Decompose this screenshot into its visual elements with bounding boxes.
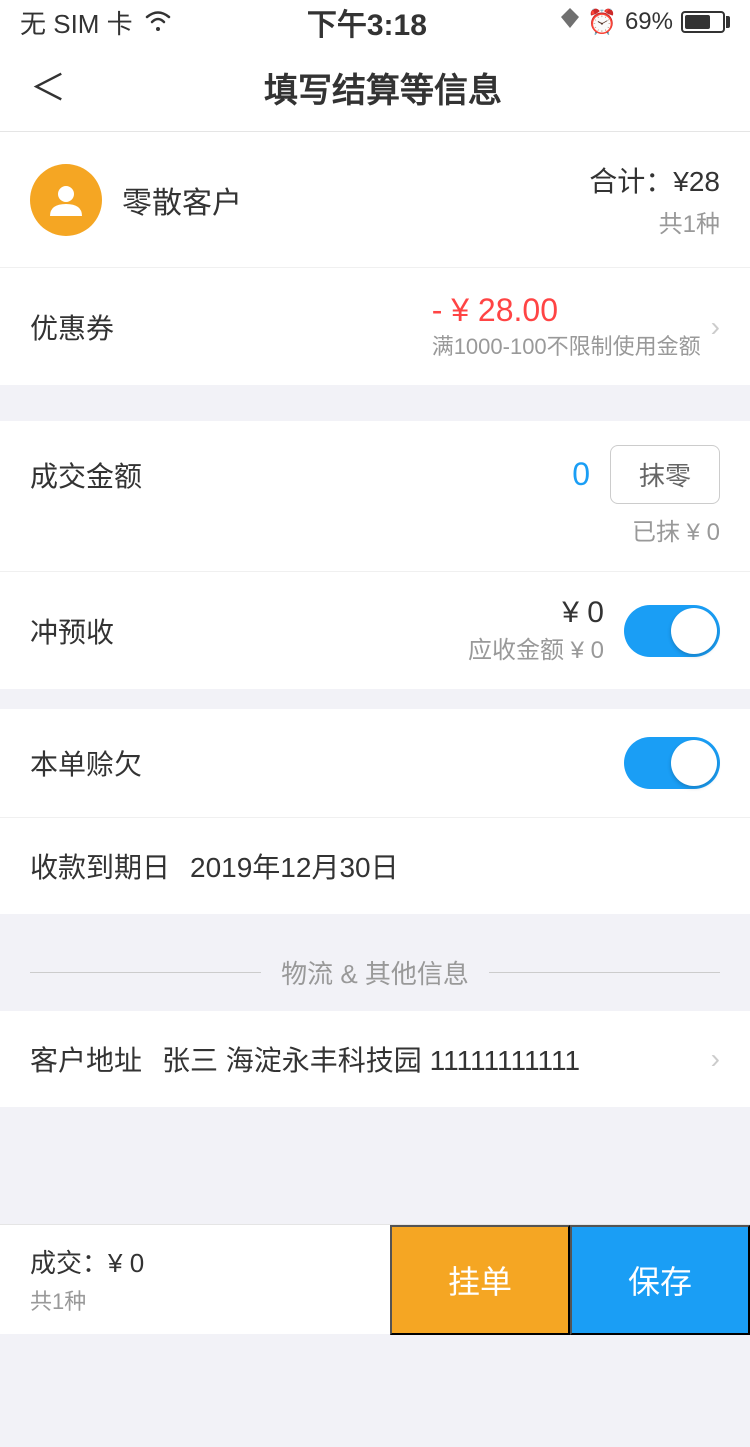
- toggle-knob: [671, 608, 717, 654]
- coupon-info: - ¥ 28.00 满1000-100不限制使用金额: [432, 292, 701, 361]
- address-section[interactable]: 客户地址 张三 海淀永丰科技园 11111111111 ›: [0, 1011, 750, 1107]
- deal-section: 成交金额 0 抹零 已抹 ¥ 0: [0, 421, 750, 571]
- logistics-line: 物流 & 其他信息: [30, 954, 720, 991]
- prereceive-label: 冲预收: [30, 611, 114, 651]
- customer-section: 零散客户 合计：¥28 共1种 优惠券 - ¥ 28.00 满1000-100不…: [0, 132, 750, 385]
- coupon-amount: - ¥ 28.00: [432, 292, 701, 329]
- round-button[interactable]: 抹零: [610, 445, 720, 504]
- address-value: 张三 海淀永丰科技园 11111111111: [162, 1039, 711, 1079]
- status-time: 下午3:18: [307, 0, 427, 44]
- battery-icon: [681, 11, 730, 33]
- bottom-bar: 成交：¥ 0 共1种 挂单 保存: [0, 1224, 750, 1334]
- deal-amount-row: 成交金额 0 抹零: [30, 445, 720, 504]
- deal-sub-text: 已抹 ¥ 0: [632, 519, 720, 546]
- coupon-desc: 满1000-100不限制使用金额: [432, 329, 701, 361]
- status-bar: 无 SIM 卡 下午3:18 ⏰ 69%: [0, 0, 750, 44]
- customer-total: 合计：¥28: [589, 160, 720, 200]
- hold-order-button[interactable]: 挂单: [390, 1225, 570, 1335]
- prereceive-section: 冲预收 ¥ 0 应收金额 ¥ 0: [0, 571, 750, 689]
- alarm-icon: ⏰: [587, 8, 617, 37]
- customer-right: 合计：¥28 共1种: [589, 160, 720, 239]
- nav-title: 填写结算等信息: [86, 63, 680, 112]
- bottom-deal-value: ¥ 0: [108, 1248, 144, 1278]
- coupon-right: - ¥ 28.00 满1000-100不限制使用金额 ›: [432, 292, 720, 361]
- location-icon: [561, 8, 579, 37]
- debt-toggle[interactable]: [624, 737, 720, 789]
- logistics-text: 物流 & 其他信息: [281, 954, 469, 991]
- gray-separator-1: [0, 401, 750, 421]
- prereceive-amount-block: ¥ 0 应收金额 ¥ 0: [468, 596, 604, 665]
- bottom-deal-label: 成交：: [30, 1248, 108, 1278]
- gray-separator-2: [0, 689, 750, 709]
- debt-toggle-knob: [671, 740, 717, 786]
- save-button[interactable]: 保存: [570, 1225, 750, 1335]
- prereceive-amount: ¥ 0: [468, 596, 604, 630]
- bottom-summary: 成交：¥ 0 共1种: [0, 1243, 390, 1316]
- logistics-separator: 物流 & 其他信息: [0, 934, 750, 1011]
- coupon-row[interactable]: 优惠券 - ¥ 28.00 满1000-100不限制使用金额 ›: [0, 267, 750, 385]
- duedate-row: 收款到期日 2019年12月30日: [30, 846, 720, 886]
- coupon-chevron-icon: ›: [711, 311, 720, 343]
- customer-count: 共1种: [589, 204, 720, 239]
- debt-section: 本单赊欠: [0, 709, 750, 817]
- debt-label: 本单赊欠: [30, 743, 142, 783]
- deal-amount-label: 成交金额: [30, 455, 142, 495]
- customer-name: 零散客户: [122, 178, 242, 222]
- duedate-section: 收款到期日 2019年12月30日: [0, 817, 750, 914]
- duedate-label: 收款到期日: [30, 846, 170, 886]
- bottom-deal-row: 成交：¥ 0: [30, 1243, 360, 1280]
- customer-left: 零散客户: [30, 164, 242, 236]
- avatar: [30, 164, 102, 236]
- back-button[interactable]: ＜: [30, 70, 66, 106]
- prereceive-row: 冲预收 ¥ 0 应收金额 ¥ 0: [30, 596, 720, 665]
- bottom-count: 共1种: [30, 1284, 360, 1316]
- gray-separator-3: [0, 914, 750, 934]
- carrier-text: 无 SIM 卡: [20, 4, 133, 41]
- prereceive-right: ¥ 0 应收金额 ¥ 0: [468, 596, 720, 665]
- status-right: ⏰ 69%: [561, 8, 730, 37]
- prereceive-sub: 应收金额 ¥ 0: [468, 630, 604, 665]
- deal-amount-value: 0: [550, 456, 590, 493]
- duedate-value: 2019年12月30日: [190, 846, 399, 886]
- coupon-label: 优惠券: [30, 307, 114, 347]
- prereceive-toggle[interactable]: [624, 605, 720, 657]
- wifi-icon: [143, 7, 173, 38]
- gray-separator-4: [0, 1107, 750, 1127]
- address-label: 客户地址: [30, 1039, 142, 1079]
- deal-value-container: 0 抹零: [550, 445, 720, 504]
- nav-bar: ＜ 填写结算等信息: [0, 44, 750, 132]
- address-chevron-icon: ›: [711, 1043, 720, 1075]
- battery-text: 69%: [625, 8, 673, 36]
- customer-row: 零散客户 合计：¥28 共1种: [0, 132, 750, 267]
- status-left: 无 SIM 卡: [20, 4, 173, 41]
